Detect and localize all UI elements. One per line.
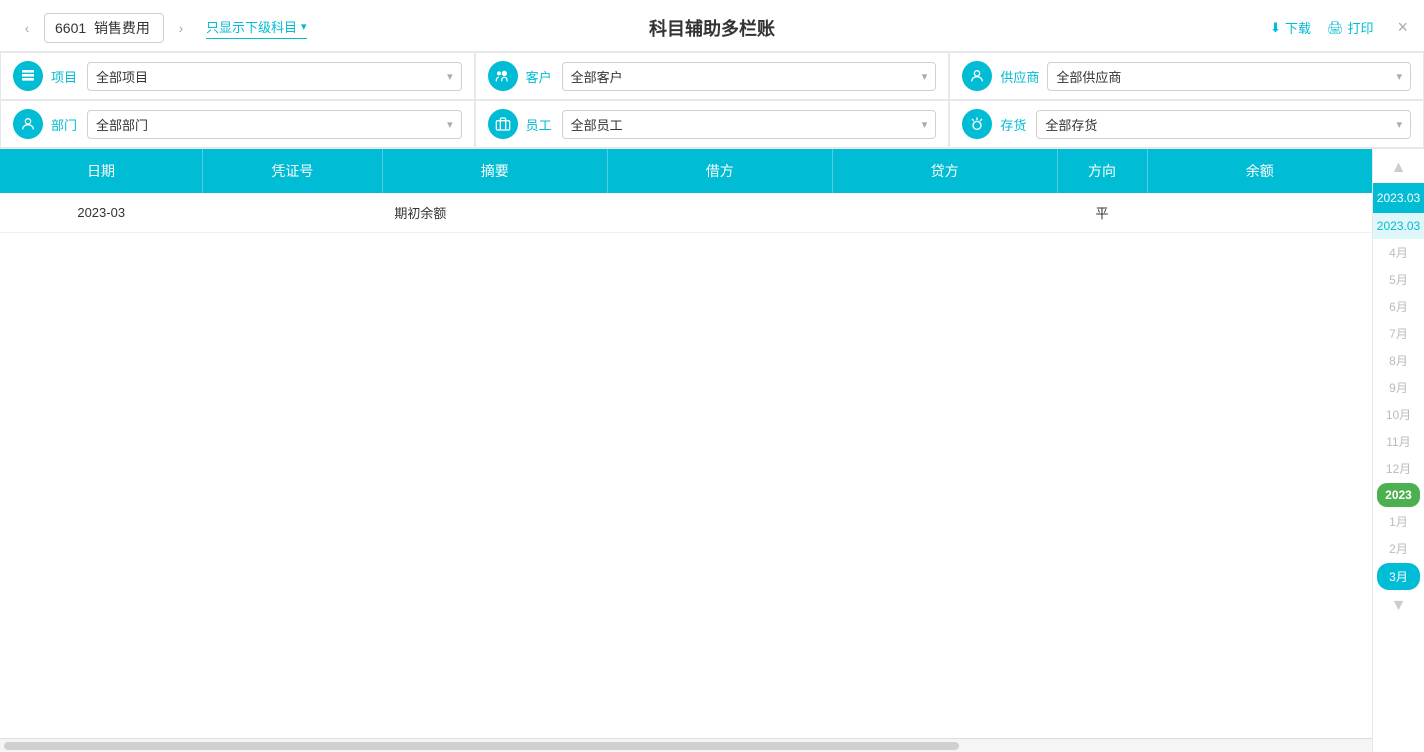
timeline-header-2[interactable]: 2023.03 (1373, 213, 1424, 239)
timeline-month-2[interactable]: 2月 (1373, 535, 1424, 562)
table-area: 日期 凭证号 摘要 借方 贷方 方向 余额 2023-03 (0, 149, 1372, 752)
project-value: 全部项目 (96, 67, 148, 86)
timeline-month-6[interactable]: 6月 (1373, 293, 1424, 320)
supplier-icon (962, 61, 992, 91)
main-content: 日期 凭证号 摘要 借方 贷方 方向 余额 2023-03 (0, 149, 1424, 752)
filter-customer: 客户 全部客户 ▾ (475, 52, 950, 100)
col-debit: 借方 (607, 149, 832, 193)
filter-inventory: 存货 全部存货 ▾ (949, 100, 1424, 148)
timeline-header-1[interactable]: 2023.03 (1373, 183, 1424, 213)
timeline-month-5[interactable]: 5月 (1373, 266, 1424, 293)
chevron-down-icon: ▾ (301, 20, 307, 33)
department-select[interactable]: 全部部门 ▾ (87, 110, 462, 139)
download-icon: ⬇ (1270, 20, 1281, 36)
cell-voucher (202, 193, 382, 233)
timeline-month-4[interactable]: 4月 (1373, 239, 1424, 266)
table-row: 2023-03 期初余额 平 (0, 193, 1372, 233)
page-title: 科目辅助多栏账 (649, 15, 775, 41)
project-icon (13, 61, 43, 91)
main-window: ‹ 6601 销售费用 › 只显示下级科目 ▾ 科目辅助多栏账 ⬇ 下载 🖨 打… (0, 0, 1424, 752)
timeline-month-3-active[interactable]: 3月 (1377, 563, 1420, 590)
inventory-select[interactable]: 全部存货 ▾ (1036, 110, 1411, 139)
cell-credit (832, 193, 1057, 233)
supplier-value: 全部供应商 (1056, 67, 1121, 86)
download-button[interactable]: ⬇ 下载 (1270, 18, 1311, 37)
cell-debit (607, 193, 832, 233)
print-label: 打印 (1347, 18, 1373, 37)
employee-label: 员工 (526, 115, 554, 134)
horizontal-scrollbar[interactable] (0, 738, 1372, 752)
title-left: ‹ 6601 销售费用 › 只显示下级科目 ▾ (16, 13, 307, 43)
supplier-select[interactable]: 全部供应商 ▾ (1047, 62, 1411, 91)
inventory-value: 全部存货 (1045, 115, 1097, 134)
supplier-label: 供应商 (1000, 67, 1039, 86)
project-select[interactable]: 全部项目 ▾ (87, 62, 462, 91)
show-sub-toggle[interactable]: 只显示下级科目 ▾ (206, 17, 307, 39)
inventory-label: 存货 (1000, 115, 1028, 134)
col-summary: 摘要 (382, 149, 607, 193)
project-chevron-icon: ▾ (447, 70, 453, 83)
filter-supplier: 供应商 全部供应商 ▾ (949, 52, 1424, 100)
department-icon (13, 109, 43, 139)
cell-direction: 平 (1057, 193, 1147, 233)
timeline-scroll-down-btn[interactable]: ▼ (1373, 591, 1424, 621)
customer-select[interactable]: 全部客户 ▾ (562, 62, 937, 91)
department-chevron-icon: ▾ (447, 118, 453, 131)
col-balance: 余额 (1147, 149, 1372, 193)
employee-chevron-icon: ▾ (922, 118, 928, 131)
timeline-month-8[interactable]: 8月 (1373, 347, 1424, 374)
filter-department: 部门 全部部门 ▾ (0, 100, 475, 148)
filter-project: 项目 全部项目 ▾ (0, 52, 475, 100)
cell-summary: 期初余额 (382, 193, 607, 233)
close-button[interactable]: × (1397, 17, 1408, 38)
print-icon: 🖨 (1327, 20, 1344, 36)
col-date: 日期 (0, 149, 202, 193)
col-direction: 方向 (1057, 149, 1147, 193)
title-right: ⬇ 下载 🖨 打印 × (1270, 17, 1408, 38)
timeline-month-11[interactable]: 11月 (1373, 428, 1424, 455)
timeline-month-7[interactable]: 7月 (1373, 320, 1424, 347)
department-label: 部门 (51, 115, 79, 134)
timeline-month-10[interactable]: 10月 (1373, 401, 1424, 428)
timeline-year-2023[interactable]: 2023 (1377, 483, 1420, 507)
account-label: 销售费用 (94, 20, 150, 36)
employee-select[interactable]: 全部员工 ▾ (562, 110, 937, 139)
timeline-sidebar: ▲ 2023.03 2023.03 4月 5月 6月 7月 8月 9月 10月 … (1372, 149, 1424, 752)
timeline-month-9[interactable]: 9月 (1373, 374, 1424, 401)
filter-bar: 项目 全部项目 ▾ 客户 全部客户 ▾ 供应商 全部供应商 ▾ (0, 52, 1424, 149)
customer-chevron-icon: ▾ (922, 70, 928, 83)
title-bar: ‹ 6601 销售费用 › 只显示下级科目 ▾ 科目辅助多栏账 ⬇ 下载 🖨 打… (0, 0, 1424, 52)
employee-value: 全部员工 (571, 115, 623, 134)
account-code: 6601 (55, 20, 86, 36)
account-name: 6601 销售费用 (44, 13, 164, 43)
col-voucher: 凭证号 (202, 149, 382, 193)
supplier-chevron-icon: ▾ (1396, 70, 1402, 83)
customer-icon (488, 61, 518, 91)
customer-value: 全部客户 (571, 67, 623, 86)
timeline-scroll-up-btn[interactable]: ▲ (1373, 153, 1424, 183)
next-account-btn[interactable]: › (170, 17, 192, 39)
col-credit: 贷方 (832, 149, 1057, 193)
customer-label: 客户 (526, 67, 554, 86)
filter-employee: 员工 全部员工 ▾ (475, 100, 950, 148)
show-sub-label: 只显示下级科目 (206, 17, 297, 36)
download-label: 下载 (1285, 18, 1311, 37)
scrollbar-thumb (4, 742, 959, 750)
timeline-month-12[interactable]: 12月 (1373, 455, 1424, 482)
cell-date: 2023-03 (0, 193, 202, 233)
data-table: 日期 凭证号 摘要 借方 贷方 方向 余额 2023-03 (0, 149, 1372, 233)
inventory-icon (962, 109, 992, 139)
project-label: 项目 (51, 67, 79, 86)
department-value: 全部部门 (96, 115, 148, 134)
employee-icon (488, 109, 518, 139)
cell-balance (1147, 193, 1372, 233)
timeline-month-1[interactable]: 1月 (1373, 508, 1424, 535)
print-button[interactable]: 🖨 打印 (1327, 18, 1374, 37)
inventory-chevron-icon: ▾ (1396, 118, 1402, 131)
prev-account-btn[interactable]: ‹ (16, 17, 38, 39)
